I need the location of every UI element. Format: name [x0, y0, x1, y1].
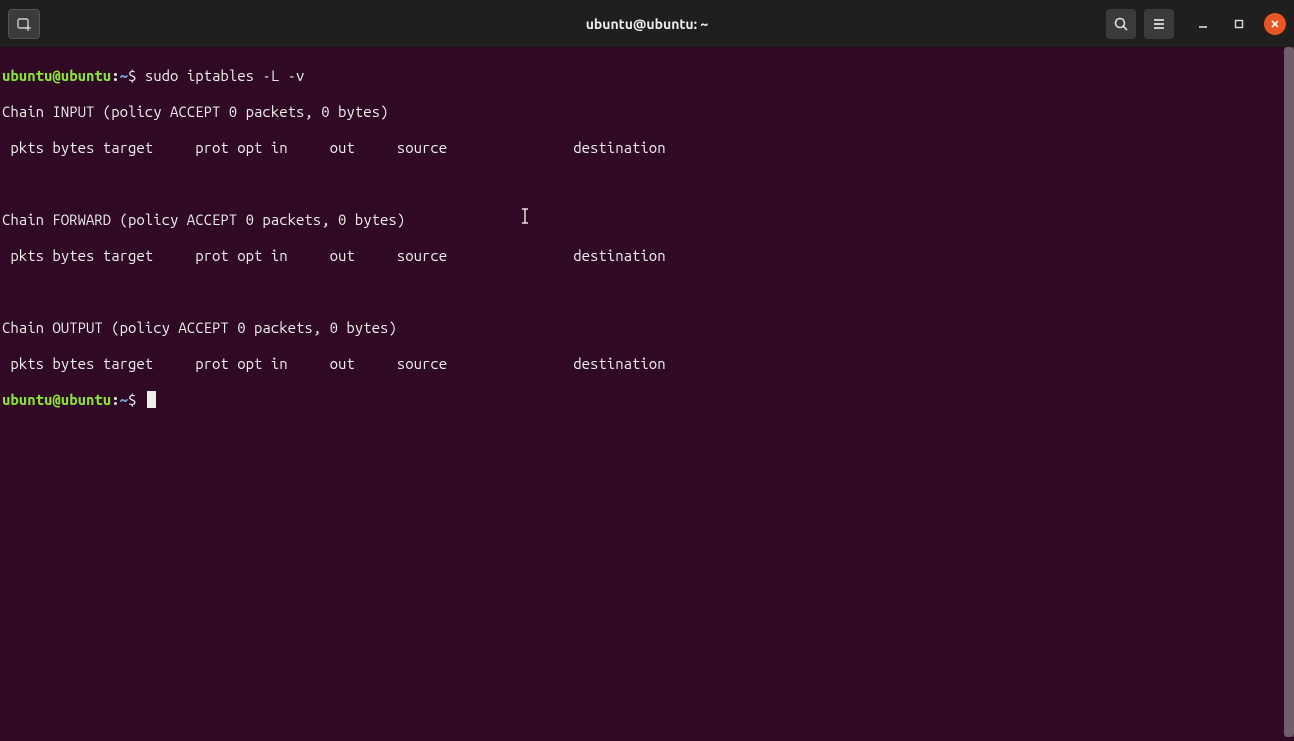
prompt-path: ~: [120, 67, 128, 84]
menu-button[interactable]: [1144, 9, 1174, 39]
new-tab-button[interactable]: [8, 9, 40, 39]
prompt-user: ubuntu@ubuntu: [2, 67, 111, 84]
minimize-icon: [1198, 19, 1208, 29]
prompt-path: ~: [120, 391, 128, 408]
prompt-symbol: $: [128, 391, 136, 408]
window-controls: [1192, 13, 1286, 35]
scrollbar-thumb[interactable]: [1284, 47, 1294, 737]
prompt-colon: :: [111, 67, 119, 84]
prompt-user: ubuntu@ubuntu: [2, 391, 111, 408]
terminal-body[interactable]: ubuntu@ubuntu:~$ sudo iptables -L -v Cha…: [0, 47, 1294, 741]
output-forward-chain: Chain FORWARD (policy ACCEPT 0 packets, …: [2, 211, 1292, 229]
maximize-icon: [1234, 19, 1244, 29]
right-controls: [1106, 9, 1286, 39]
hamburger-menu-icon: [1151, 16, 1167, 32]
minimize-button[interactable]: [1192, 13, 1214, 35]
new-tab-icon: [16, 16, 32, 32]
output-input-chain: Chain INPUT (policy ACCEPT 0 packets, 0 …: [2, 103, 1292, 121]
maximize-button[interactable]: [1228, 13, 1250, 35]
blank-line: [2, 283, 1292, 301]
blank-line: [2, 175, 1292, 193]
titlebar: ubuntu@ubuntu: ~: [0, 0, 1294, 47]
prompt-symbol: $: [128, 67, 136, 84]
prompt-line-1: ubuntu@ubuntu:~$ sudo iptables -L -v: [2, 67, 1292, 85]
output-columns-2: pkts bytes target prot opt in out source…: [2, 247, 1292, 265]
window-title: ubuntu@ubuntu: ~: [586, 15, 709, 33]
prompt-line-2: ubuntu@ubuntu:~$: [2, 391, 1292, 409]
search-icon: [1113, 16, 1129, 32]
prompt-colon: :: [111, 391, 119, 408]
scrollbar[interactable]: [1284, 47, 1294, 737]
output-columns-3: pkts bytes target prot opt in out source…: [2, 355, 1292, 373]
block-cursor: [147, 391, 156, 408]
close-icon: [1270, 19, 1280, 29]
close-button[interactable]: [1264, 13, 1286, 35]
output-output-chain: Chain OUTPUT (policy ACCEPT 0 packets, 0…: [2, 319, 1292, 337]
command-text: sudo iptables -L -v: [145, 67, 305, 84]
output-columns-1: pkts bytes target prot opt in out source…: [2, 139, 1292, 157]
search-button[interactable]: [1106, 9, 1136, 39]
